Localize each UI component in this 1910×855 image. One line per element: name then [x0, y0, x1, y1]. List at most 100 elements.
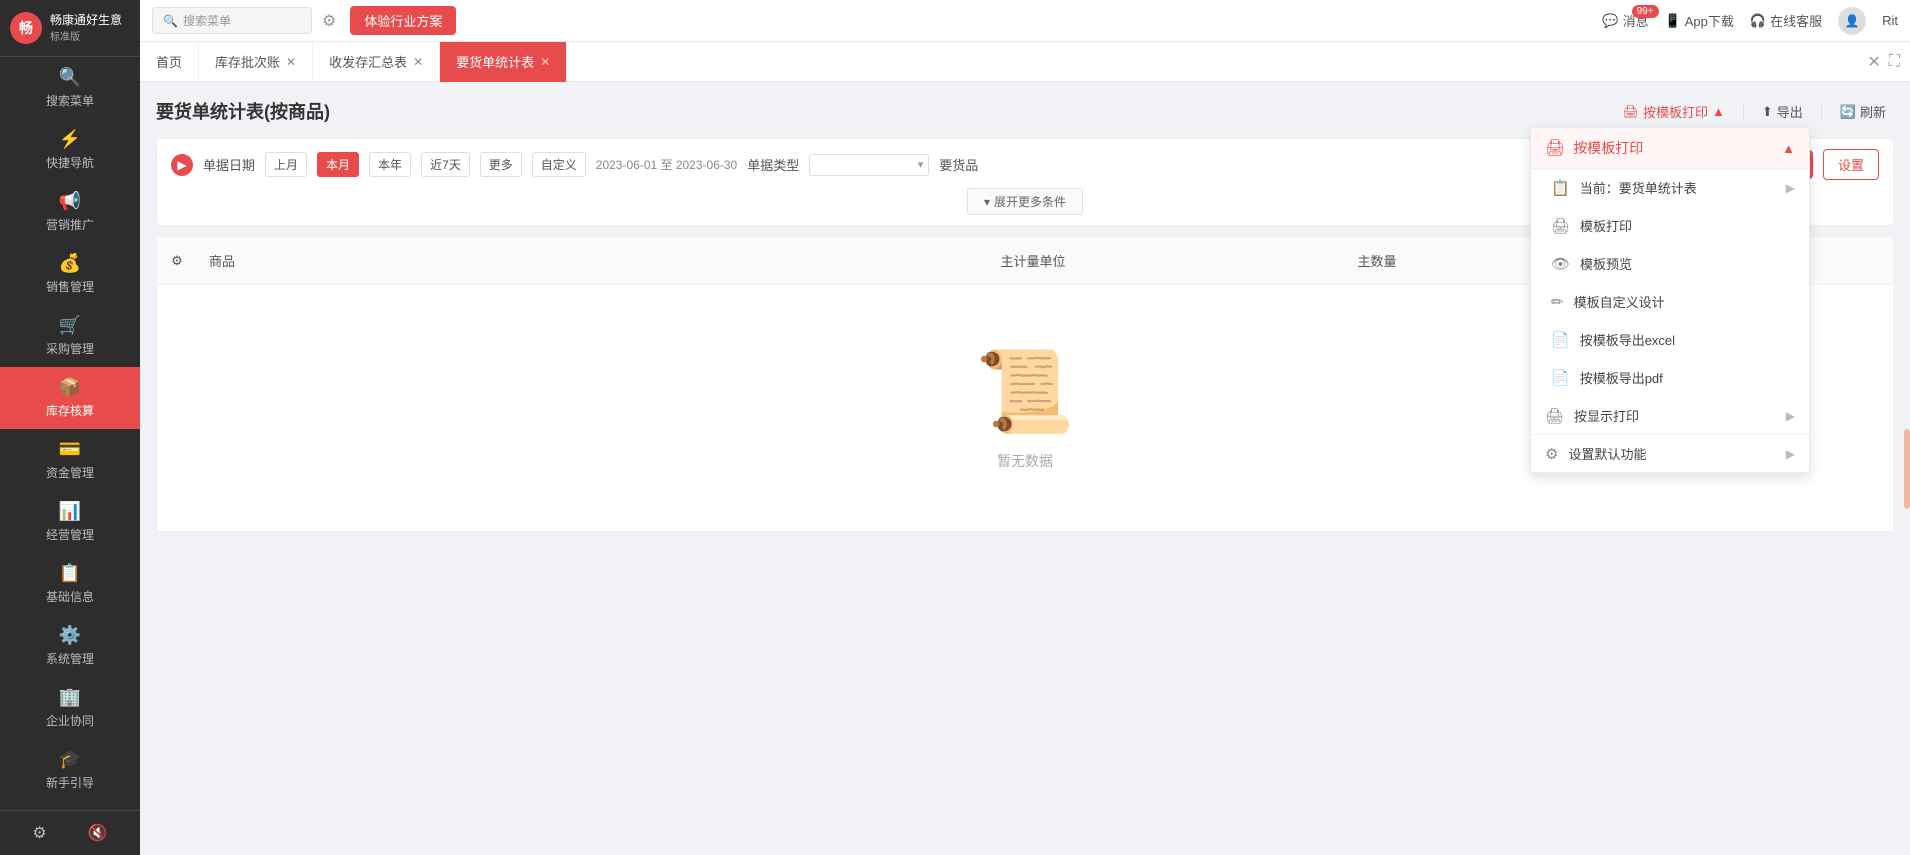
search-box[interactable]: 🔍 搜索菜单 — [152, 7, 312, 34]
tabs-window-controls: ✕ ⛶ — [1867, 52, 1910, 72]
sidebar-item-search[interactable]: 🔍 搜索菜单 — [0, 57, 140, 119]
content-area: 要货单统计表(按商品) 🖨 按模板打印 ▲ ⬆ 导出 🔄 刷新 � — [140, 82, 1910, 855]
dropdown-template-print[interactable]: 🖨 模板打印 — [1531, 207, 1809, 245]
sidebar-item-purchase[interactable]: 🛒 采购管理 — [0, 305, 140, 367]
right-scrollbar[interactable] — [1904, 429, 1910, 509]
dropdown-printer-icon: 🖨 — [1545, 138, 1565, 158]
dropdown-current-item[interactable]: 📋 当前：要货单统计表 ▶ — [1531, 169, 1809, 207]
this-year-button[interactable]: 本年 — [369, 152, 411, 177]
messages-badge[interactable]: 💬 消息 99+ — [1602, 11, 1648, 30]
dropdown-set-default[interactable]: ⚙ 设置默认功能 ▶ — [1531, 435, 1809, 473]
tab-order-stats[interactable]: 要货单统计表 ✕ — [440, 42, 567, 82]
sidebar-item-system[interactable]: ⚙️ 系统管理 — [0, 615, 140, 677]
operations-label: 经营管理 — [46, 526, 94, 543]
export-pdf-label: 按模板导出pdf — [1580, 368, 1663, 387]
printer-icon: 🖨 — [1622, 104, 1639, 120]
refresh-icon: 🔄 — [1840, 104, 1856, 120]
purchase-label: 采购管理 — [46, 340, 94, 357]
basics-icon: 📋 — [59, 563, 81, 584]
export-button[interactable]: ⬆ 导出 — [1754, 98, 1811, 125]
current-icon: 📋 — [1551, 179, 1570, 197]
tab-receipts-summary[interactable]: 收发存汇总表✕ — [313, 42, 440, 82]
filter-settings-button[interactable]: 设置 — [1823, 149, 1879, 180]
close-window-icon[interactable]: ✕ — [1867, 52, 1880, 72]
more-button[interactable]: 更多 — [480, 152, 522, 177]
finance-label: 资金管理 — [46, 464, 94, 481]
logo-icon: 畅 — [10, 12, 42, 44]
dropdown-template-design[interactable]: ✏ 模板自定义设计 — [1531, 283, 1809, 321]
tab-inventory-batch[interactable]: 库存批次账✕ — [199, 42, 313, 82]
dropdown-collapse-icon[interactable]: ▲ — [1782, 141, 1795, 156]
maximize-window-icon[interactable]: ⛶ — [1889, 53, 1900, 71]
empty-icon: 📜 — [975, 345, 1075, 439]
col-product: 商品 — [197, 245, 861, 276]
print-dropdown-menu: 🖨 按模板打印 ▲ 📋 当前：要货单统计表 ▶ 🖨 模板打印 👁 模板预览 ✏ … — [1530, 127, 1810, 474]
sidebar-nav: 🔍 搜索菜单 ⚡ 快捷导航 📢 营销推广 💰 销售管理 🛒 采购管理 📦 库存核… — [0, 57, 140, 810]
sidebar-item-enterprise[interactable]: 🏢 企业协同 — [0, 677, 140, 739]
col-settings[interactable]: ⚙ — [157, 247, 197, 275]
sidebar-item-operations[interactable]: 📊 经营管理 — [0, 491, 140, 553]
topbar-right: 💬 消息 99+ 📱 App下载 🎧 在线客服 👤 Rit — [1602, 7, 1898, 35]
online-service[interactable]: 🎧 在线客服 — [1750, 11, 1822, 30]
dropdown-template-preview[interactable]: 👁 模板预览 — [1531, 245, 1809, 283]
messages-count: 99+ — [1632, 5, 1659, 18]
expand-more-button[interactable]: ▾ 展开更多条件 — [967, 188, 1083, 215]
refresh-button[interactable]: 🔄 刷新 — [1832, 98, 1894, 125]
tab-close-inventory-batch[interactable]: ✕ — [286, 55, 296, 69]
order-type-select[interactable] — [809, 154, 929, 176]
this-month-button[interactable]: 本月 — [317, 152, 359, 177]
tab-bar: 首页库存批次账✕收发存汇总表✕ 要货单统计表 ✕ ✕ ⛶ — [140, 42, 1910, 82]
settings-icon[interactable]: ⚙ — [32, 823, 46, 843]
dropdown-header: 🖨 按模板打印 ▲ — [1531, 128, 1809, 169]
toolbar-right: 🖨 按模板打印 ▲ ⬆ 导出 🔄 刷新 — [1614, 98, 1894, 125]
dropdown-current-label: 当前：要货单统计表 — [1580, 178, 1697, 197]
template-design-icon: ✏ — [1551, 293, 1564, 311]
marketing-icon: 📢 — [59, 191, 81, 212]
filter-expand-button[interactable]: ▶ — [171, 154, 193, 176]
sidebar-item-finance[interactable]: 💳 资金管理 — [0, 429, 140, 491]
sidebar-item-sales[interactable]: 💰 销售管理 — [0, 243, 140, 305]
tab-home[interactable]: 首页 — [140, 42, 199, 82]
divider1 — [1743, 104, 1744, 120]
order-type-label: 单据类型 — [747, 155, 799, 174]
custom-button[interactable]: 自定义 — [532, 152, 586, 177]
app-icon: 📱 — [1665, 13, 1681, 29]
dropdown-display-print[interactable]: 🖨 按显示打印 ▶ — [1531, 397, 1809, 435]
sidebar-item-guide[interactable]: 🎓 新手引导 — [0, 739, 140, 801]
print-template-button[interactable]: 🖨 按模板打印 ▲ — [1614, 98, 1732, 125]
dropdown-export-pdf[interactable]: 📄 按模板导出pdf — [1531, 359, 1809, 397]
export-excel-icon: 📄 — [1551, 331, 1570, 349]
dropdown-export-excel[interactable]: 📄 按模板导出excel — [1531, 321, 1809, 359]
system-icon: ⚙️ — [59, 625, 81, 646]
main-area: 🔍 搜索菜单 ⚙ 体验行业方案 💬 消息 99+ 📱 App下载 🎧 在线客服 … — [140, 0, 1910, 855]
date-label: 单据日期 — [203, 155, 255, 174]
app-download[interactable]: 📱 App下载 — [1665, 11, 1734, 30]
last7days-button[interactable]: 近7天 — [421, 152, 470, 177]
order-type-select-wrap — [809, 154, 929, 176]
export-label: 导出 — [1777, 102, 1803, 121]
enterprise-icon: 🏢 — [59, 687, 81, 708]
print-label: 按模板打印 — [1643, 102, 1708, 121]
template-preview-icon: 👁 — [1551, 255, 1570, 273]
divider2 — [1821, 104, 1822, 120]
trial-button[interactable]: 体验行业方案 — [350, 6, 456, 35]
sound-icon[interactable]: 🔇 — [88, 823, 108, 843]
topbar: 🔍 搜索菜单 ⚙ 体验行业方案 💬 消息 99+ 📱 App下载 🎧 在线客服 … — [140, 0, 1910, 42]
tab-close-order-stats[interactable]: ✕ — [540, 55, 550, 69]
sidebar-item-basics[interactable]: 📋 基础信息 — [0, 553, 140, 615]
quick-nav-icon: ⚡ — [59, 129, 81, 150]
topbar-gear-icon[interactable]: ⚙ — [322, 11, 336, 31]
avatar[interactable]: 👤 — [1838, 7, 1866, 35]
last-month-button[interactable]: 上月 — [265, 152, 307, 177]
tab-close-receipts-summary[interactable]: ✕ — [413, 55, 423, 69]
online-service-label: 在线客服 — [1770, 11, 1822, 30]
sidebar-item-inventory[interactable]: 📦 库存核算 — [0, 367, 140, 429]
sidebar-item-quick-nav[interactable]: ⚡ 快捷导航 — [0, 119, 140, 181]
order-goods-label: 要货品 — [939, 155, 978, 174]
set-default-arrow: ▶ — [1786, 447, 1795, 461]
empty-text: 暂无数据 — [997, 451, 1053, 471]
sidebar-item-apps[interactable]: 🔲 应用中心 — [0, 801, 140, 810]
print-chevron-up: ▲ — [1712, 104, 1725, 119]
tab-label-order-stats: 要货单统计表 — [456, 52, 534, 71]
sidebar-item-marketing[interactable]: 📢 营销推广 — [0, 181, 140, 243]
